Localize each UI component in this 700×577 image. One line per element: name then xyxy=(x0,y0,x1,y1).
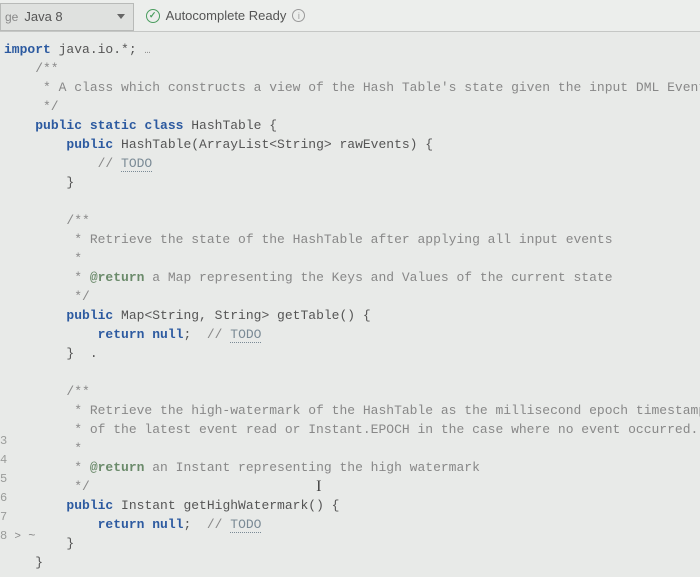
language-label: Java 8 xyxy=(24,9,62,24)
autocomplete-label: Autocomplete Ready xyxy=(166,8,287,23)
code-line: * @return a Map representing the Keys an… xyxy=(4,268,700,287)
language-select-inner: Java 8 xyxy=(24,9,124,24)
code-line: import java.io.*; … xyxy=(4,40,700,59)
code-line: * xyxy=(4,439,700,458)
code-line: * xyxy=(4,249,700,268)
check-circle-icon: ✓ xyxy=(146,9,160,23)
fold-indicator[interactable]: … xyxy=(144,46,149,57)
code-line: } xyxy=(4,173,700,192)
code-line: // TODO xyxy=(4,154,700,173)
chevron-down-icon xyxy=(117,14,125,19)
code-line: public Instant getHighWatermark() { xyxy=(4,496,700,515)
language-selector[interactable]: ge Java 8 xyxy=(0,3,134,31)
code-line: public static class HashTable { xyxy=(4,116,700,135)
language-prefix: ge xyxy=(5,10,18,24)
code-line: */ I xyxy=(4,477,700,496)
line-number: 3 xyxy=(0,432,35,451)
code-line: */ xyxy=(4,287,700,306)
code-area[interactable]: import java.io.*; … /** * A class which … xyxy=(0,40,700,572)
visible-line-numbers: 3 4 5 6 7 8 > ~ xyxy=(0,432,35,546)
code-line: /** xyxy=(4,59,700,78)
code-line: /** xyxy=(4,211,700,230)
code-line: } xyxy=(4,553,700,572)
text-cursor-icon: I xyxy=(316,477,321,496)
code-line: public HashTable(ArrayList<String> rawEv… xyxy=(4,135,700,154)
code-line: public Map<String, String> getTable() { xyxy=(4,306,700,325)
code-line: } xyxy=(4,534,700,553)
expand-arrow-icon[interactable]: > xyxy=(14,531,21,543)
code-line xyxy=(4,192,700,211)
line-number: 4 xyxy=(0,451,35,470)
code-line: * @return an Instant representing the hi… xyxy=(4,458,700,477)
toolbar: ge Java 8 ✓ Autocomplete Ready i xyxy=(0,0,700,32)
code-line: * of the latest event read or Instant.EP… xyxy=(4,420,700,439)
line-number: 8 > ~ xyxy=(0,527,35,546)
code-line: return null; // TODO xyxy=(4,515,700,534)
code-line: * A class which constructs a view of the… xyxy=(4,78,700,97)
line-number: 7 xyxy=(0,508,35,527)
code-line: return null; // TODO xyxy=(4,325,700,344)
autocomplete-status: ✓ Autocomplete Ready i xyxy=(146,8,306,23)
code-line: */ xyxy=(4,97,700,116)
line-number: 5 xyxy=(0,470,35,489)
code-line: } . xyxy=(4,344,700,363)
code-line: * Retrieve the high-watermark of the Has… xyxy=(4,401,700,420)
line-number xyxy=(0,413,10,432)
code-line: /** xyxy=(4,382,700,401)
code-line: * Retrieve the state of the HashTable af… xyxy=(4,230,700,249)
code-line xyxy=(4,363,700,382)
code-editor[interactable]: import java.io.*; … /** * A class which … xyxy=(0,32,700,572)
info-circle-icon[interactable]: i xyxy=(292,9,305,22)
line-number: 6 xyxy=(0,489,35,508)
